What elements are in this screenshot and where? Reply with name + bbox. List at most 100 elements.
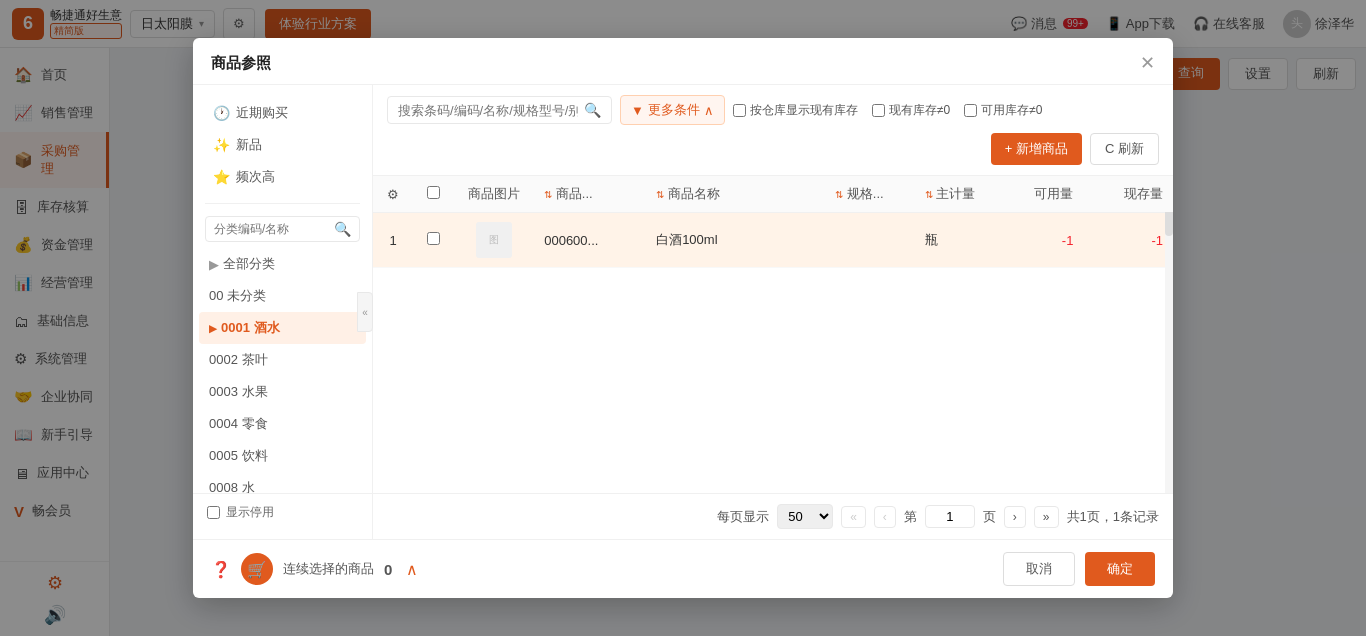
modal-header: 商品参照 ✕: [193, 38, 1173, 85]
cat-label-snack: 0004 零食: [209, 415, 268, 433]
cat-item-snack[interactable]: 0004 零食: [199, 408, 366, 440]
avail-ne0-checkbox-label[interactable]: 可用库存≠0: [964, 102, 1042, 119]
total-info: 共1页，1条记录: [1067, 508, 1159, 526]
cell-code: 000600...: [534, 213, 646, 268]
cat-item-water[interactable]: 0008 水: [199, 472, 366, 493]
warehouse-stock-checkbox[interactable]: [733, 104, 746, 117]
collapse-panel-button[interactable]: «: [357, 292, 373, 332]
category-panel: 🕐 近期购买 ✨ 新品 ⭐ 频次高 🔍: [193, 85, 373, 539]
cat-label-water: 0008 水: [209, 479, 255, 493]
cat-item-fruit[interactable]: 0003 水果: [199, 376, 366, 408]
cat-item-drink[interactable]: 0005 饮料: [199, 440, 366, 472]
cell-num: 1: [373, 213, 413, 268]
next-page-button[interactable]: ›: [1004, 506, 1026, 528]
sort-icon-unit: ⇅: [925, 189, 933, 200]
quick-item-frequent[interactable]: ⭐ 频次高: [205, 161, 360, 193]
select-all-checkbox[interactable]: [427, 186, 440, 199]
category-list: ▶ 全部分类 00 未分类 ▶ 0001 酒水 0002 茶叶 0003 水果: [193, 248, 372, 493]
table-row[interactable]: 1 图 000600... 白酒100ml 瓶 -1 -1: [373, 213, 1173, 268]
col-label-unit: 主计量: [936, 186, 975, 201]
cell-check[interactable]: [413, 213, 453, 268]
product-panel: 🔍 ▼ 更多条件 ∧ 按仓库显示现有库存 现: [373, 85, 1173, 539]
fire-icon: ⭐: [213, 169, 230, 185]
more-filter-button[interactable]: ▼ 更多条件 ∧: [620, 95, 725, 125]
cell-img: 图: [454, 213, 535, 268]
quick-item-recent[interactable]: 🕐 近期购买: [205, 97, 360, 129]
search-icon[interactable]: 🔍: [334, 221, 351, 237]
modal-close-button[interactable]: ✕: [1140, 52, 1155, 74]
cart-icon-button[interactable]: 🛒: [241, 553, 273, 585]
th-spec[interactable]: ⇅ 规格...: [825, 176, 915, 213]
filter-checkboxes: 按仓库显示现有库存 现有库存≠0 可用库存≠0: [733, 102, 1043, 119]
product-reference-modal: 商品参照 ✕ 🕐 近期购买 ✨ 新品 ⭐: [193, 38, 1173, 598]
th-settings[interactable]: ⚙: [373, 176, 413, 213]
filter-arrow-icon: ∧: [704, 103, 714, 118]
warehouse-stock-label: 按仓库显示现有库存: [750, 102, 858, 119]
cat-label-tea: 0002 茶叶: [209, 351, 268, 369]
sort-icon-code: ⇅: [544, 189, 552, 200]
col-label-avail: 可用量: [1034, 186, 1073, 201]
page-suffix: 页: [983, 508, 996, 526]
product-image: 图: [476, 222, 512, 258]
category-search-box: 🔍: [205, 216, 360, 242]
stock-ne0-checkbox[interactable]: [872, 104, 885, 117]
show-disabled-section: 显示停用: [193, 493, 372, 531]
prev-page-button[interactable]: ‹: [874, 506, 896, 528]
quick-label-frequent: 频次高: [236, 168, 275, 186]
th-img: 商品图片: [454, 176, 535, 213]
cell-avail: -1: [994, 213, 1084, 268]
col-label-name: 商品名称: [668, 186, 720, 201]
confirm-button[interactable]: 确定: [1085, 552, 1155, 586]
product-search-icon[interactable]: 🔍: [584, 102, 601, 118]
quick-item-new[interactable]: ✨ 新品: [205, 129, 360, 161]
col-label-spec: 规格...: [847, 186, 884, 201]
cancel-button[interactable]: 取消: [1003, 552, 1075, 586]
star-icon: ✨: [213, 137, 230, 153]
cat-label-drink: 0005 饮料: [209, 447, 268, 465]
collapse-icon[interactable]: ∧: [406, 560, 418, 579]
scrollbar-track[interactable]: [1165, 176, 1173, 493]
pagination: 每页显示 50 20 100 « ‹ 第 1 页 › » 共1页，1条记录: [373, 493, 1173, 539]
cart-icon: 🛒: [247, 560, 267, 579]
avail-ne0-checkbox[interactable]: [964, 104, 977, 117]
th-name[interactable]: ⇅ 商品名称: [646, 176, 825, 213]
th-stock: 现存量: [1083, 176, 1173, 213]
first-page-button[interactable]: «: [841, 506, 866, 528]
col-label-code: 商品...: [556, 186, 593, 201]
stock-ne0-checkbox-label[interactable]: 现有库存≠0: [872, 102, 950, 119]
quick-label-new: 新品: [236, 136, 262, 154]
last-page-button[interactable]: »: [1034, 506, 1059, 528]
row-checkbox[interactable]: [427, 232, 440, 245]
product-toolbar: 🔍 ▼ 更多条件 ∧ 按仓库显示现有库存 现: [373, 85, 1173, 176]
page-prefix: 第: [904, 508, 917, 526]
selected-text: 连续选择的商品: [283, 560, 374, 578]
warehouse-stock-checkbox-label[interactable]: 按仓库显示现有库存: [733, 102, 858, 119]
page-number-input[interactable]: 1: [925, 505, 975, 528]
cat-item-liquor[interactable]: ▶ 0001 酒水: [199, 312, 366, 344]
th-code[interactable]: ⇅ 商品...: [534, 176, 646, 213]
cat-item-all[interactable]: ▶ 全部分类: [199, 248, 366, 280]
category-search-input[interactable]: [214, 222, 330, 236]
cat-label-liquor: 0001 酒水: [221, 319, 280, 337]
show-disabled-checkbox[interactable]: [207, 506, 220, 519]
help-icon[interactable]: ❓: [211, 560, 231, 579]
col-label-stock: 现存量: [1124, 186, 1163, 201]
th-check[interactable]: [413, 176, 453, 213]
cell-name: 白酒100ml: [646, 213, 825, 268]
modal-body: 🕐 近期购买 ✨ 新品 ⭐ 频次高 🔍: [193, 85, 1173, 539]
refresh-button[interactable]: C 刷新: [1090, 133, 1159, 165]
footer-actions: 取消 确定: [1003, 552, 1155, 586]
per-page-select[interactable]: 50 20 100: [777, 504, 833, 529]
cell-spec: [825, 213, 915, 268]
clock-icon: 🕐: [213, 105, 230, 121]
sort-icon-spec: ⇅: [835, 189, 843, 200]
filter-label: 更多条件: [648, 101, 700, 119]
product-search-input[interactable]: [398, 103, 578, 118]
cat-item-tea[interactable]: 0002 茶叶: [199, 344, 366, 376]
cat-item-uncategorized[interactable]: 00 未分类: [199, 280, 366, 312]
th-unit[interactable]: ⇅ 主计量: [915, 176, 994, 213]
cat-label-fruit: 0003 水果: [209, 383, 268, 401]
avail-ne0-label: 可用库存≠0: [981, 102, 1042, 119]
add-product-button[interactable]: + 新增商品: [991, 133, 1082, 165]
modal-footer: ❓ 🛒 连续选择的商品 0 ∧ 取消 确定: [193, 539, 1173, 598]
